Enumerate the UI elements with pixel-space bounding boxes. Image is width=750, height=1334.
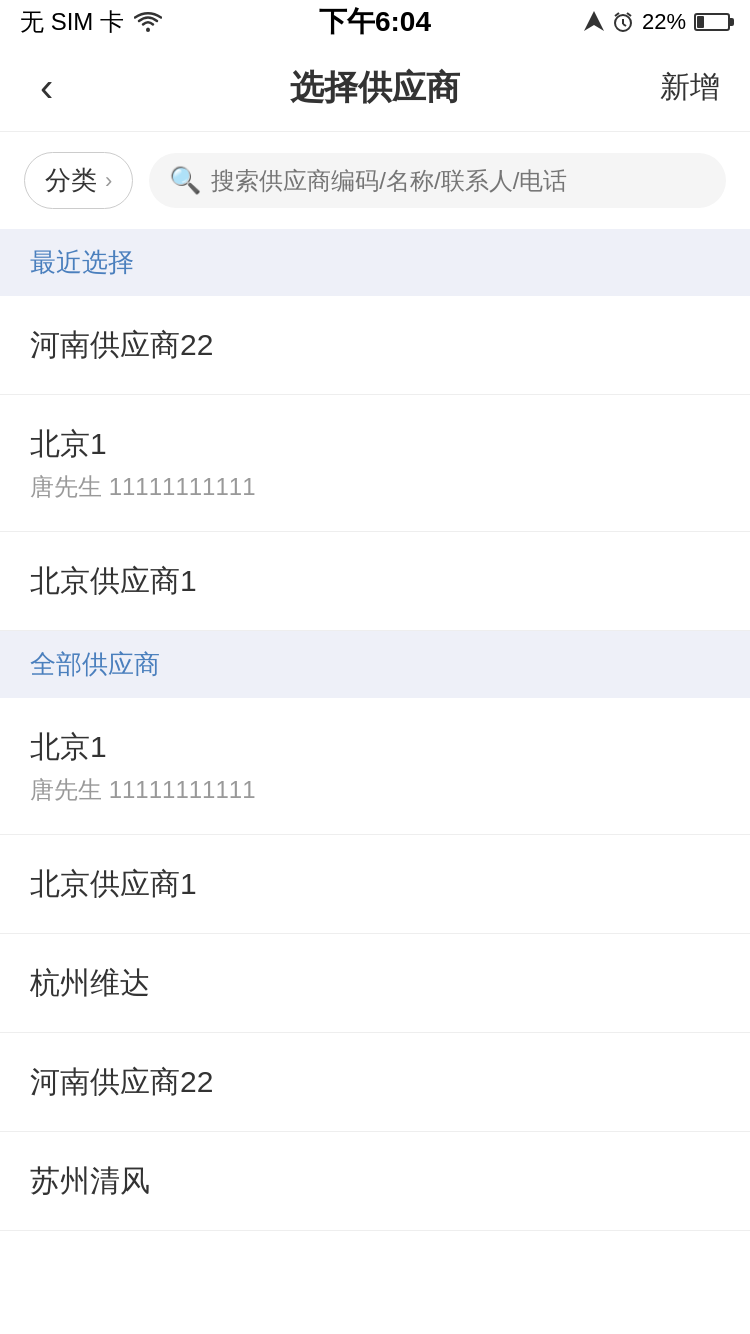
svg-line-4 bbox=[623, 24, 626, 26]
nav-title: 选择供应商 bbox=[290, 65, 460, 111]
search-icon: 🔍 bbox=[169, 165, 201, 196]
recent-list: 河南供应商22 北京1 唐先生 11111111111 北京供应商1 bbox=[0, 296, 750, 631]
item-name: 北京1 bbox=[30, 423, 720, 465]
carrier-text: 无 SIM 卡 bbox=[20, 6, 124, 38]
new-button[interactable]: 新增 bbox=[660, 67, 720, 108]
all-section-label: 全部供应商 bbox=[30, 649, 160, 679]
item-name: 北京供应商1 bbox=[30, 560, 720, 602]
recent-section-label: 最近选择 bbox=[30, 247, 134, 277]
item-name: 河南供应商22 bbox=[30, 1061, 720, 1103]
search-input[interactable] bbox=[211, 167, 706, 195]
battery-text: 22% bbox=[642, 9, 686, 35]
all-list: 北京1 唐先生 11111111111 北京供应商1 杭州维达 河南供应商22 苏… bbox=[0, 698, 750, 1231]
list-item[interactable]: 北京1 唐先生 11111111111 bbox=[0, 698, 750, 835]
category-label: 分类 bbox=[45, 163, 97, 198]
item-contact: 唐先生 11111111111 bbox=[30, 774, 720, 806]
wifi-icon bbox=[134, 11, 162, 33]
battery-icon bbox=[694, 13, 730, 31]
item-name: 河南供应商22 bbox=[30, 324, 720, 366]
chevron-right-icon: › bbox=[105, 168, 112, 194]
item-name: 北京1 bbox=[30, 726, 720, 768]
alarm-icon bbox=[612, 11, 634, 33]
status-carrier: 无 SIM 卡 bbox=[20, 6, 162, 38]
list-item[interactable]: 河南供应商22 bbox=[0, 1033, 750, 1132]
list-item[interactable]: 北京供应商1 bbox=[0, 532, 750, 631]
item-name: 苏州清风 bbox=[30, 1160, 720, 1202]
all-section-header: 全部供应商 bbox=[0, 631, 750, 698]
recent-section-header: 最近选择 bbox=[0, 229, 750, 296]
list-item[interactable]: 苏州清风 bbox=[0, 1132, 750, 1231]
svg-point-0 bbox=[146, 28, 150, 32]
location-icon bbox=[584, 11, 604, 33]
item-name: 杭州维达 bbox=[30, 962, 720, 1004]
filter-bar: 分类 › 🔍 bbox=[0, 132, 750, 229]
list-item[interactable]: 北京供应商1 bbox=[0, 835, 750, 934]
category-filter[interactable]: 分类 › bbox=[24, 152, 133, 209]
list-item[interactable]: 河南供应商22 bbox=[0, 296, 750, 395]
item-contact: 唐先生 11111111111 bbox=[30, 471, 720, 503]
nav-bar: ‹ 选择供应商 新增 bbox=[0, 44, 750, 132]
list-item[interactable]: 杭州维达 bbox=[0, 934, 750, 1033]
search-box[interactable]: 🔍 bbox=[149, 153, 726, 208]
status-right: 22% bbox=[584, 9, 730, 35]
svg-marker-1 bbox=[584, 11, 604, 31]
status-time: 下午6:04 bbox=[319, 3, 431, 41]
list-item[interactable]: 北京1 唐先生 11111111111 bbox=[0, 395, 750, 532]
back-button[interactable]: ‹ bbox=[30, 55, 63, 120]
status-bar: 无 SIM 卡 下午6:04 22% bbox=[0, 0, 750, 44]
item-name: 北京供应商1 bbox=[30, 863, 720, 905]
